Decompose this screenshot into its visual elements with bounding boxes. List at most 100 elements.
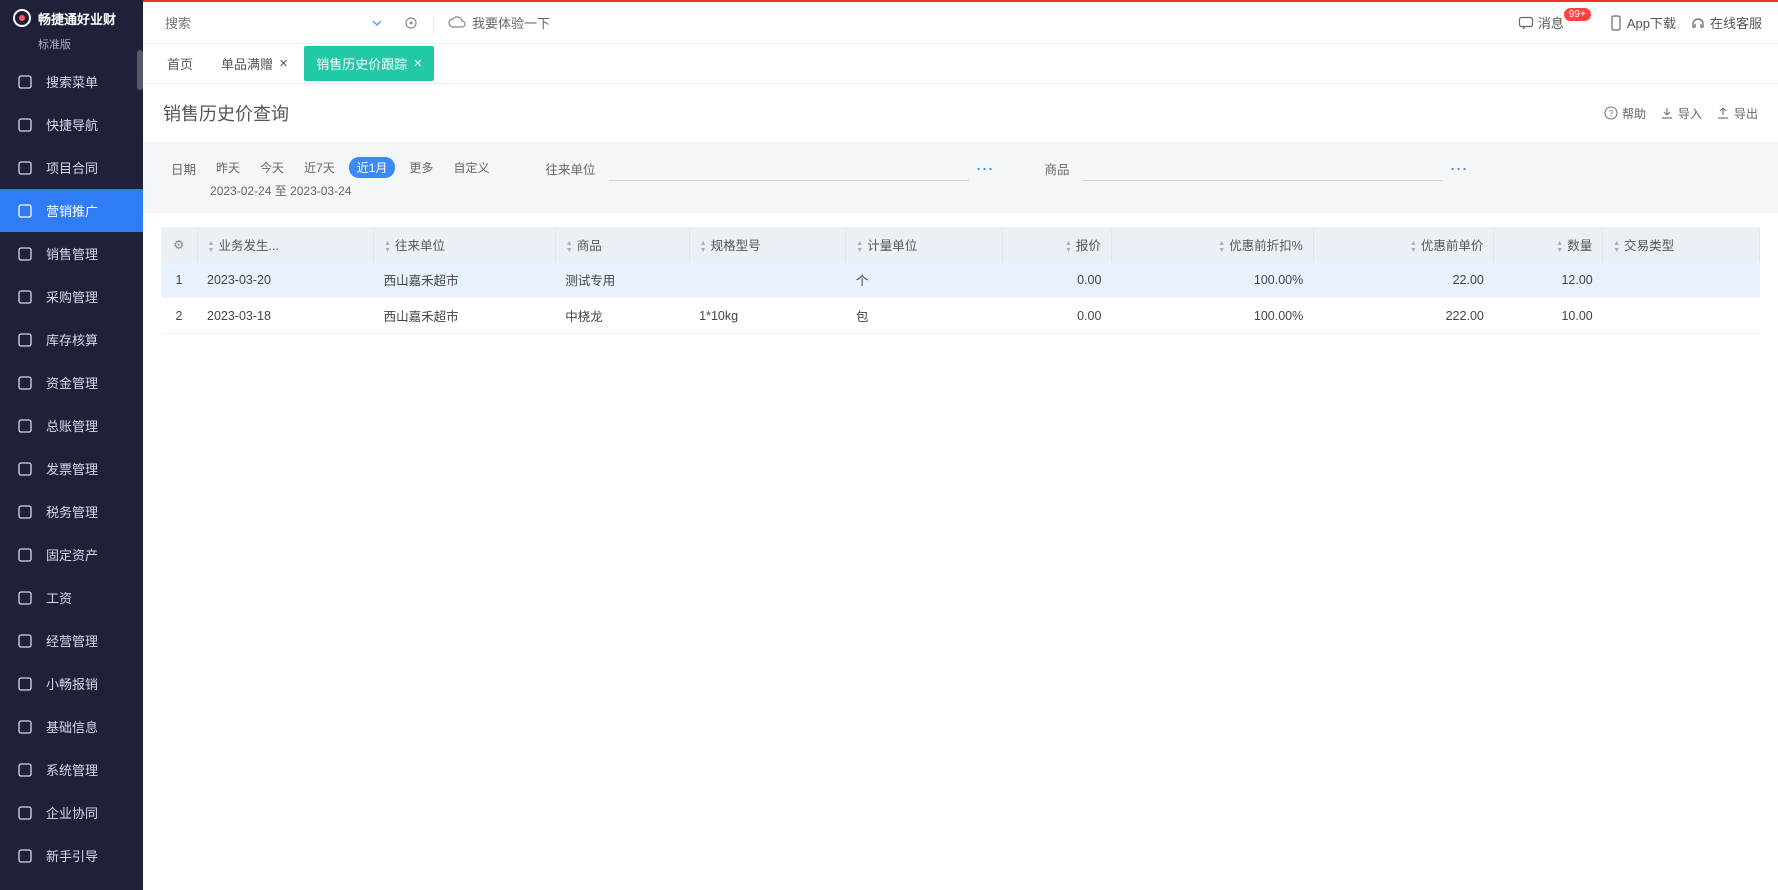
brand-edition: 标准版 (0, 36, 143, 60)
sort-icon[interactable] (856, 240, 863, 254)
tab-label: 销售历史价跟踪 (316, 54, 407, 73)
col-6[interactable]: 报价 (1003, 227, 1112, 262)
messages-button[interactable]: 消息 99+ (1514, 11, 1599, 34)
bag-icon (16, 288, 34, 306)
sidebar-item-3[interactable]: 营销推广 (0, 189, 143, 232)
sidebar-item-4[interactable]: 销售管理 (0, 232, 143, 275)
app-download-button[interactable]: App下载 (1605, 11, 1680, 34)
sidebar-item-6[interactable]: 库存核算 (0, 318, 143, 361)
service-button[interactable]: 在线客服 (1686, 11, 1766, 34)
cell: 2023-03-20 (197, 262, 374, 298)
sidebar-item-14[interactable]: 小畅报销 (0, 662, 143, 705)
sidebar-item-1[interactable]: 快捷导航 (0, 103, 143, 146)
filters: 日期 昨天今天近7天近1月更多自定义 2023-02-24 至 2023-03-… (143, 142, 1778, 213)
date-option-4[interactable]: 更多 (403, 157, 439, 178)
sidebar-item-label: 小畅报销 (46, 674, 98, 693)
filter-product-label: 商品 (1044, 157, 1069, 178)
table-row[interactable]: 22023-03-18西山嘉禾超市中桡龙1*10kg包0.00100.00%22… (161, 298, 1760, 334)
sidebar-item-11[interactable]: 固定资产 (0, 533, 143, 576)
sidebar-item-15[interactable]: 基础信息 (0, 705, 143, 748)
date-option-0[interactable]: 昨天 (210, 157, 246, 178)
col-9[interactable]: 数量 (1494, 227, 1603, 262)
help-button[interactable]: ? 帮助 (1604, 105, 1646, 122)
sidebar-item-13[interactable]: 经营管理 (0, 619, 143, 662)
import-button[interactable]: 导入 (1660, 105, 1702, 122)
export-icon (1716, 106, 1730, 120)
sort-icon[interactable] (384, 240, 391, 254)
col-3[interactable]: 商品 (555, 227, 689, 262)
sort-icon[interactable] (1065, 240, 1072, 254)
cell: 0.00 (1003, 262, 1112, 298)
sidebar-item-label: 经营管理 (46, 631, 98, 650)
col-5[interactable]: 计量单位 (846, 227, 1003, 262)
sidebar-scrollbar[interactable] (137, 50, 143, 90)
experience-link[interactable]: 我要体验一下 (448, 13, 550, 32)
col-7[interactable]: 优惠前折扣% (1111, 227, 1313, 262)
sort-icon[interactable] (1410, 240, 1417, 254)
collab-icon (16, 804, 34, 822)
page-header: 销售历史价查询 ? 帮助 导入 导出 (143, 84, 1778, 142)
tab-1[interactable]: 单品满赠✕ (209, 46, 300, 81)
col-2[interactable]: 往来单位 (374, 227, 556, 262)
cell (689, 262, 846, 298)
col-1[interactable]: 业务发生... (197, 227, 374, 262)
result-table: ⚙业务发生...往来单位商品规格型号计量单位报价优惠前折扣%优惠前单价数量交易类… (161, 227, 1760, 334)
import-icon (1660, 106, 1674, 120)
sort-icon[interactable] (208, 240, 215, 254)
sidebar-item-17[interactable]: 企业协同 (0, 791, 143, 834)
product-more-icon[interactable]: ⋯ (1449, 159, 1468, 180)
sidebar-item-7[interactable]: 资金管理 (0, 361, 143, 404)
sort-icon[interactable] (566, 240, 573, 254)
ledger-icon (16, 417, 34, 435)
cell: 中桡龙 (555, 298, 689, 334)
date-option-5[interactable]: 自定义 (447, 157, 495, 178)
col-4[interactable]: 规格型号 (689, 227, 846, 262)
partner-more-icon[interactable]: ⋯ (975, 159, 994, 180)
sort-icon[interactable] (1613, 240, 1620, 254)
date-option-3[interactable]: 近1月 (349, 157, 396, 178)
product-input[interactable] (1083, 157, 1443, 181)
sidebar-item-label: 总账管理 (46, 416, 98, 435)
phone-icon (1609, 15, 1623, 31)
sidebar-item-8[interactable]: 总账管理 (0, 404, 143, 447)
cell: 2023-03-18 (197, 298, 374, 334)
sidebar-item-9[interactable]: 发票管理 (0, 447, 143, 490)
date-range: 2023-02-24 至 2023-03-24 (210, 182, 495, 199)
sidebar-item-5[interactable]: 采购管理 (0, 275, 143, 318)
sidebar-item-16[interactable]: 系统管理 (0, 748, 143, 791)
gear-icon[interactable] (403, 15, 419, 31)
export-button[interactable]: 导出 (1716, 105, 1758, 122)
table-row[interactable]: 12023-03-20西山嘉禾超市测试专用个0.00100.00%22.0012… (161, 262, 1760, 298)
sidebar-item-0[interactable]: 搜索菜单 (0, 60, 143, 103)
close-icon[interactable]: ✕ (279, 57, 288, 70)
sidebar-item-label: 基础信息 (46, 717, 98, 736)
cell: 1*10kg (689, 298, 846, 334)
sidebar-item-18[interactable]: 新手引导 (0, 834, 143, 877)
date-option-1[interactable]: 今天 (254, 157, 290, 178)
search-icon (16, 73, 34, 91)
tab-2[interactable]: 销售历史价跟踪 ✕ (304, 46, 434, 81)
filter-partner: 往来单位 ⋯ (545, 157, 994, 181)
sort-icon[interactable] (1218, 240, 1225, 254)
tab-0[interactable]: 首页 (155, 46, 205, 81)
sidebar-item-label: 发票管理 (46, 459, 98, 478)
cell: 222.00 (1313, 298, 1494, 334)
messages-label: 消息 (1538, 13, 1564, 32)
sidebar-item-12[interactable]: 工资 (0, 576, 143, 619)
sidebar-item-label: 资金管理 (46, 373, 98, 392)
close-icon[interactable]: ✕ (413, 57, 422, 70)
sort-icon[interactable] (1556, 240, 1563, 254)
chevron-down-icon[interactable] (371, 17, 383, 29)
sidebar-item-10[interactable]: 税务管理 (0, 490, 143, 533)
global-search[interactable]: 搜索 (155, 9, 393, 36)
col-10[interactable]: 交易类型 (1603, 227, 1760, 262)
sidebar-item-2[interactable]: 项目合同 (0, 146, 143, 189)
col-8[interactable]: 优惠前单价 (1313, 227, 1494, 262)
sidebar-item-label: 固定资产 (46, 545, 98, 564)
sort-icon[interactable] (700, 240, 707, 254)
invoice-icon (16, 460, 34, 478)
date-option-2[interactable]: 近7天 (298, 157, 341, 178)
partner-input[interactable] (609, 157, 969, 181)
filter-product: 商品 ⋯ (1044, 157, 1468, 181)
column-settings[interactable]: ⚙ (161, 227, 197, 262)
